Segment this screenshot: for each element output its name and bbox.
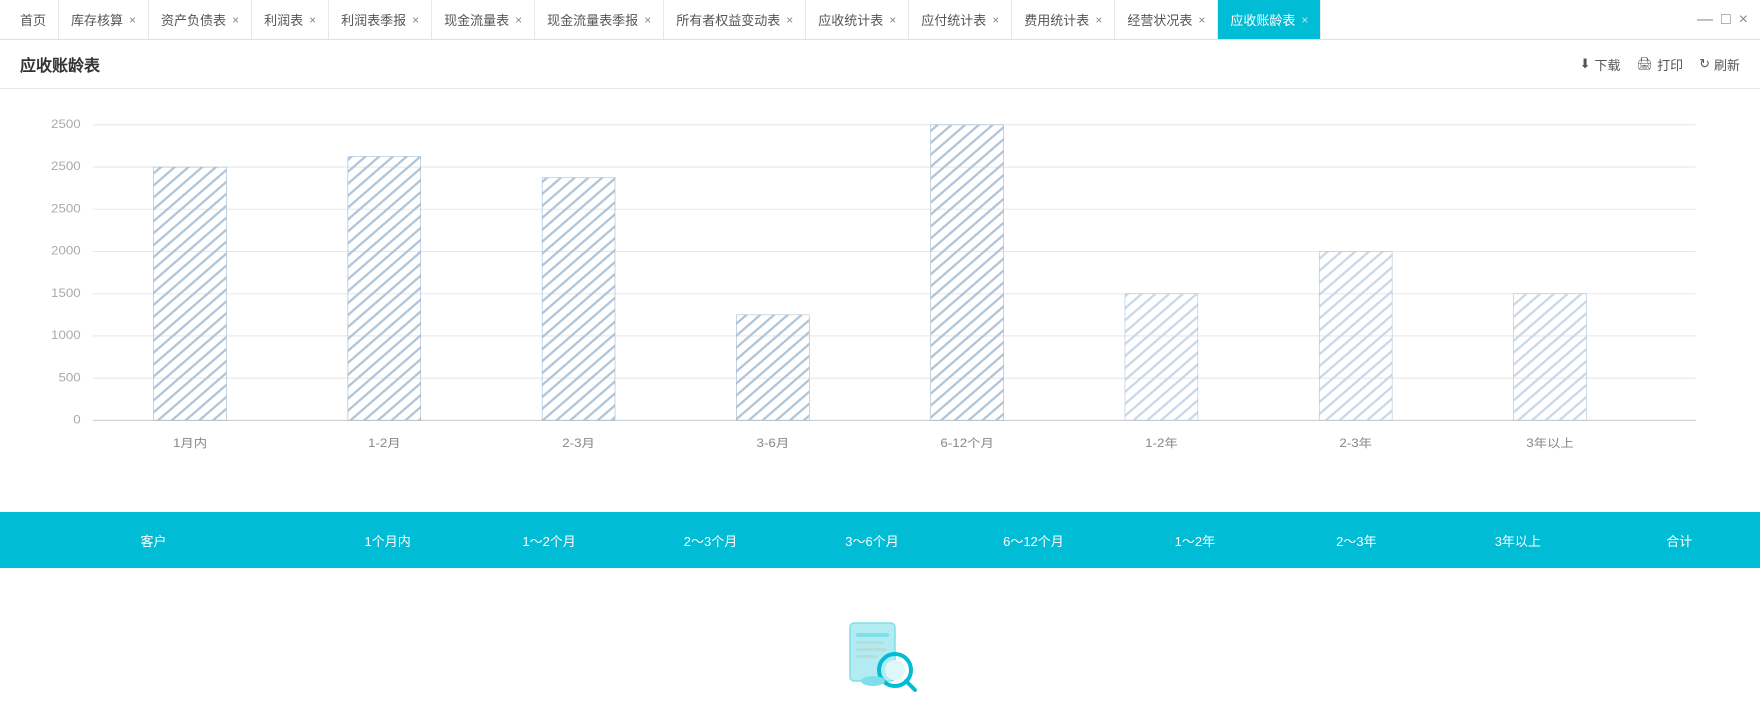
svg-text:1500: 1500: [51, 287, 81, 300]
tab-operations[interactable]: 经营状况表×: [1115, 0, 1218, 40]
svg-text:1-2月: 1-2月: [368, 437, 401, 450]
table-col-2: 1～2个月: [468, 531, 629, 550]
tab-profit[interactable]: 利润表×: [252, 0, 329, 40]
empty-icon: [830, 608, 930, 708]
tab-close-profit-quarterly[interactable]: ×: [412, 13, 419, 27]
download-label: 下载: [1595, 55, 1621, 74]
tab-close-ap-stats[interactable]: ×: [992, 13, 999, 27]
table-col-3: 2～3个月: [630, 531, 791, 550]
page-header: 应收账龄表 ⬇ 下载 🖨 打印 ↻ 刷新: [0, 40, 1760, 89]
tab-inventory[interactable]: 库存核算×: [59, 0, 149, 40]
table-col-8: 3年以上: [1437, 531, 1598, 550]
table-col-0: 客户: [0, 531, 307, 550]
svg-text:3-6月: 3-6月: [757, 437, 790, 450]
table-col-1: 1个月内: [307, 531, 468, 550]
svg-text:1月内: 1月内: [173, 437, 207, 450]
tab-close-operations[interactable]: ×: [1198, 13, 1205, 27]
bar-chart: 2500 2500 2500 2000 1500 1000 500 0: [20, 109, 1720, 489]
svg-text:3年以上: 3年以上: [1526, 437, 1573, 450]
page-actions: ⬇ 下载 🖨 打印 ↻ 刷新: [1580, 55, 1740, 74]
tab-profit-quarterly[interactable]: 利润表季报×: [329, 0, 432, 40]
tab-close-ar-stats[interactable]: ×: [889, 13, 896, 27]
maximize-button[interactable]: □: [1721, 11, 1731, 29]
tab-ar-stats[interactable]: 应收统计表×: [806, 0, 909, 40]
empty-state: [0, 568, 1760, 728]
svg-text:2500: 2500: [51, 118, 81, 131]
svg-text:2000: 2000: [51, 244, 81, 257]
main-content: 2500 2500 2500 2000 1500 1000 500 0: [0, 89, 1760, 728]
print-button[interactable]: 🖨 打印: [1637, 55, 1684, 74]
tab-close-equity-changes[interactable]: ×: [786, 13, 793, 27]
tab-home[interactable]: 首页: [8, 0, 59, 40]
close-button[interactable]: ×: [1739, 11, 1748, 29]
svg-text:1000: 1000: [51, 329, 81, 342]
table-col-4: 3～6个月: [791, 531, 952, 550]
table-col-6: 1～2年: [1114, 531, 1275, 550]
refresh-icon: ↻: [1699, 56, 1710, 72]
tab-close-profit[interactable]: ×: [309, 13, 316, 27]
tab-close-ar-aging[interactable]: ×: [1301, 13, 1308, 27]
tab-close-cash-flow[interactable]: ×: [515, 13, 522, 27]
tab-ap-stats[interactable]: 应付统计表×: [909, 0, 1012, 40]
svg-text:2500: 2500: [51, 202, 81, 215]
tab-close-cash-flow-quarterly[interactable]: ×: [644, 13, 651, 27]
tab-cash-flow[interactable]: 现金流量表×: [432, 0, 535, 40]
table-header: 客户1个月内1～2个月2～3个月3～6个月6～12个月1～2年2～3年3年以上合…: [0, 512, 1760, 568]
tab-equity-changes[interactable]: 所有者权益变动表×: [664, 0, 806, 40]
table-col-7: 2～3年: [1276, 531, 1437, 550]
download-button[interactable]: ⬇ 下载: [1580, 55, 1621, 74]
minimize-button[interactable]: —: [1697, 11, 1713, 29]
download-icon: ⬇: [1580, 56, 1591, 72]
svg-text:500: 500: [58, 371, 80, 384]
svg-text:0: 0: [73, 413, 80, 426]
tab-close-expense-stats[interactable]: ×: [1095, 13, 1102, 27]
tab-bar: 首页库存核算×资产负债表×利润表×利润表季报×现金流量表×现金流量表季报×所有者…: [0, 0, 1760, 40]
svg-text:2500: 2500: [51, 160, 81, 173]
tab-cash-flow-quarterly[interactable]: 现金流量表季报×: [535, 0, 664, 40]
tab-ar-aging[interactable]: 应收账龄表×: [1218, 0, 1321, 40]
window-actions: — □ ×: [1697, 11, 1752, 29]
svg-text:2-3月: 2-3月: [562, 437, 595, 450]
table-col-5: 6～12个月: [953, 531, 1114, 550]
svg-text:6-12个月: 6-12个月: [940, 437, 993, 450]
svg-text:2-3年: 2-3年: [1339, 437, 1372, 450]
refresh-button[interactable]: ↻ 刷新: [1699, 55, 1740, 74]
tab-close-balance-sheet[interactable]: ×: [232, 13, 239, 27]
tab-close-inventory[interactable]: ×: [129, 13, 136, 27]
print-icon: 🖨: [1637, 56, 1654, 72]
svg-text:1-2年: 1-2年: [1145, 437, 1178, 450]
refresh-label: 刷新: [1714, 55, 1740, 74]
tab-balance-sheet[interactable]: 资产负债表×: [149, 0, 252, 40]
print-label: 打印: [1657, 55, 1683, 74]
page-title: 应收账龄表: [20, 52, 100, 76]
tab-expense-stats[interactable]: 费用统计表×: [1012, 0, 1115, 40]
chart-area: 2500 2500 2500 2000 1500 1000 500 0: [0, 89, 1760, 512]
table-col-9: 合计: [1599, 531, 1760, 550]
